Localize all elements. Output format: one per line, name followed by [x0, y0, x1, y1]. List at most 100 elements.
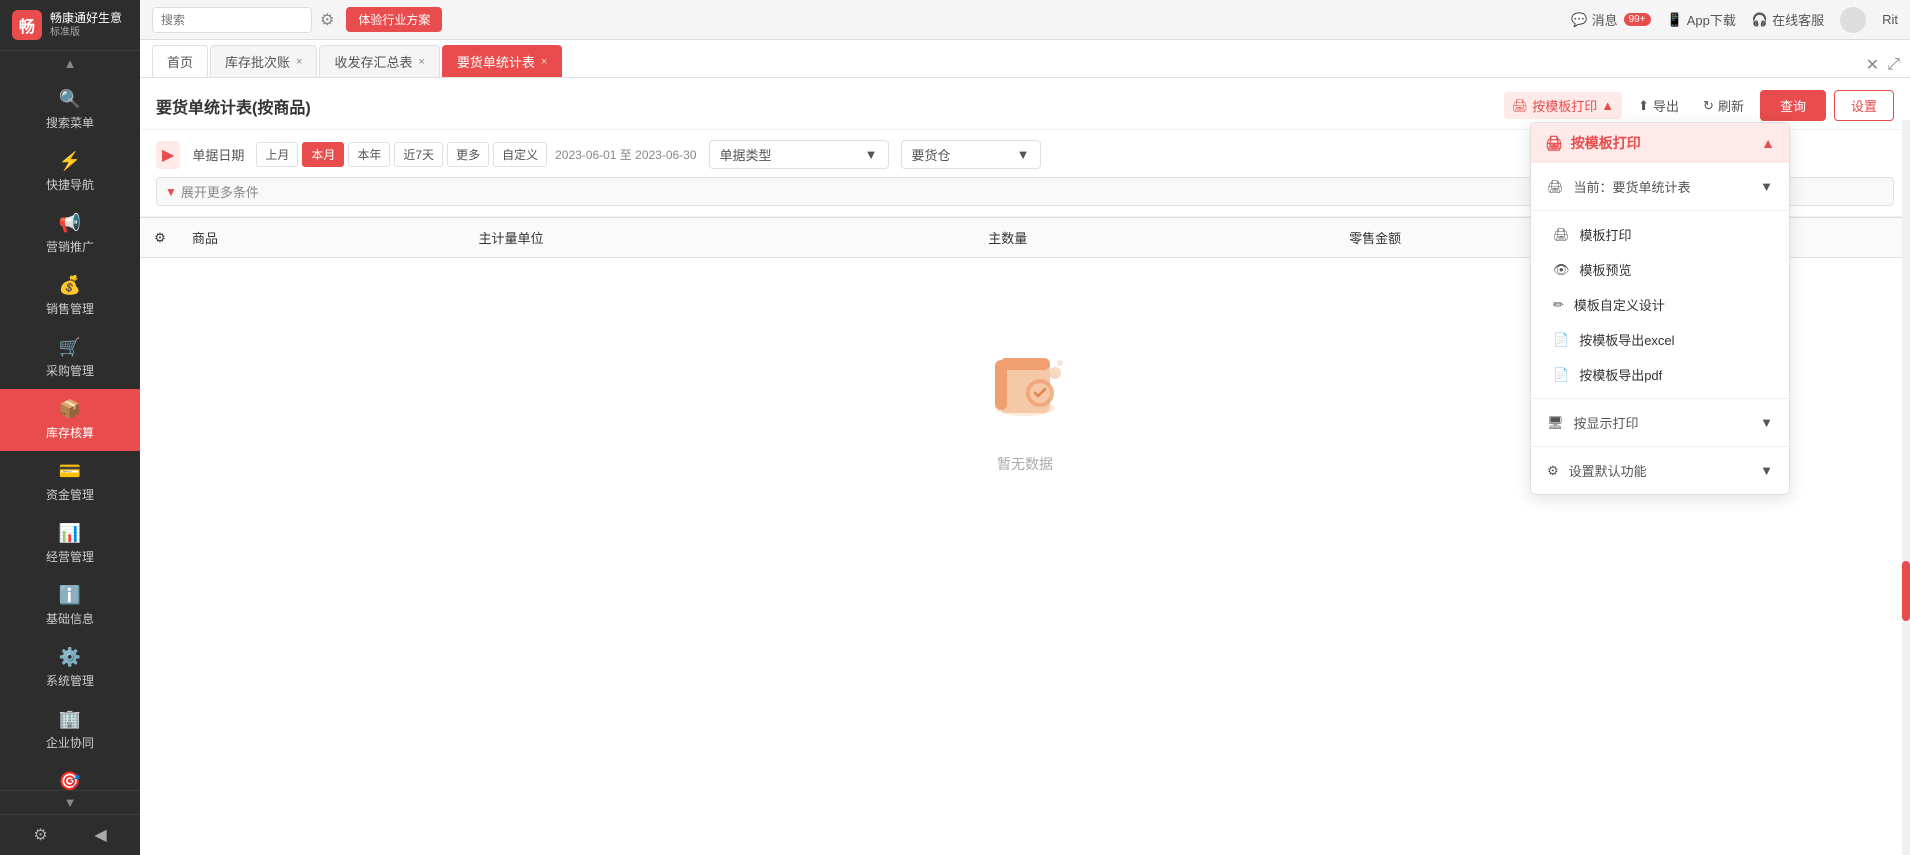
sidebar-item-finance[interactable]: 💳 资金管理 [0, 451, 140, 513]
sidebar-item-quick-nav[interactable]: ⚡ 快捷导航 [0, 141, 140, 203]
tab-close-order-stats[interactable]: × [541, 56, 547, 68]
topbar: ⚙ 体验行业方案 💬 消息 99+ 📱 App下载 🎧 在线客服 Rit [140, 0, 1910, 40]
close-all-tabs-icon[interactable]: ✕ [1864, 53, 1881, 77]
template-design-item[interactable]: ✏ 模板自定义设计 [1531, 287, 1789, 322]
sidebar-item-inventory[interactable]: 📦 库存核算 [0, 389, 140, 451]
scrollbar-thumb[interactable] [1902, 561, 1910, 621]
export-label: 导出 [1653, 96, 1679, 115]
sidebar-icon-basic: ℹ️ [59, 585, 81, 606]
sidebar-label-enterprise: 企业协同 [46, 734, 94, 751]
sidebar-item-system[interactable]: ⚙️ 系统管理 [0, 637, 140, 699]
template-export-excel-item[interactable]: 📄 按模板导出excel [1531, 322, 1789, 357]
sidebar-item-marketing[interactable]: 📢 营销推广 [0, 203, 140, 265]
template-export-pdf-item[interactable]: 📄 按模板导出pdf [1531, 357, 1789, 392]
messages-badge: 99+ [1624, 13, 1651, 26]
app-badge: 标准版 [50, 26, 122, 39]
date-btn-custom[interactable]: 自定义 [493, 142, 547, 167]
sidebar-label-purchase: 采购管理 [46, 362, 94, 379]
print-dropdown: 🖨 按模板打印 ▲ 🖨 当前：要货单统计表 ▼ 🖨 [1530, 122, 1790, 495]
sidebar: 畅 畅康通好生意 标准版 ▲ 🔍 搜索菜单 ⚡ 快捷导航 📢 营销推广 💰 销售… [0, 0, 140, 855]
app-download-item[interactable]: 📱 App下载 [1667, 10, 1736, 29]
dropdown-header[interactable]: 🖨 按模板打印 ▲ [1531, 123, 1789, 163]
refresh-icon: ↻ [1703, 98, 1714, 114]
tab-order-stats[interactable]: 要货单统计表 × [442, 45, 562, 77]
dropdown-current-section: 🖨 当前：要货单统计表 ▼ [1531, 163, 1789, 211]
template-preview-icon: 👁 [1553, 262, 1570, 278]
date-btn-more[interactable]: 更多 [447, 142, 489, 167]
date-btn-7days[interactable]: 近7天 [394, 142, 443, 167]
settings-footer-icon[interactable]: ⚙ [33, 825, 47, 845]
settings-btn[interactable]: 设置 [1834, 90, 1894, 121]
sidebar-label-basic: 基础信息 [46, 610, 94, 627]
sidebar-item-enterprise[interactable]: 🏢 企业协同 [0, 699, 140, 761]
sidebar-scroll-down[interactable]: ▼ [0, 790, 140, 814]
app-name: 畅康通好生意 [50, 11, 122, 27]
sidebar-footer: ⚙ ◀ [0, 814, 140, 855]
warehouse-label: 要货仓 [912, 145, 951, 164]
avatar[interactable] [1840, 7, 1866, 33]
tab-label-order-stats: 要货单统计表 [457, 52, 535, 71]
template-pdf-label: 按模板导出pdf [1579, 365, 1773, 384]
empty-illustration [975, 338, 1075, 438]
sidebar-scroll-up[interactable]: ▲ [0, 51, 140, 75]
sidebar-item-guide[interactable]: 🎯 新手引导 [0, 761, 140, 790]
expand-tabs-icon[interactable]: ⤢ [1885, 54, 1902, 76]
username: Rit [1882, 12, 1898, 27]
messages-item[interactable]: 💬 消息 99+ [1571, 10, 1650, 29]
warehouse-select[interactable]: 要货仓 ▼ [901, 140, 1041, 169]
sidebar-label-system: 系统管理 [46, 672, 94, 689]
date-btn-prev-month[interactable]: 上月 [256, 142, 298, 167]
display-print-item[interactable]: 🖥 按显示打印 ▼ [1531, 405, 1789, 440]
export-btn[interactable]: ⬆ 导出 [1630, 92, 1687, 119]
topbar-gear-icon[interactable]: ⚙ [320, 10, 334, 30]
chevron-right-icon: ▶ [162, 145, 174, 165]
phone-icon: 📱 [1667, 12, 1683, 28]
page-content: 要货单统计表(按商品) 🖨 按模板打印 ▲ ⬆ 导出 ↻ 刷新 查询 设置 [140, 78, 1910, 855]
page-toolbar: 🖨 按模板打印 ▲ ⬆ 导出 ↻ 刷新 查询 设置 [1504, 90, 1894, 121]
app-logo: 畅 畅康通好生意 标准版 [0, 0, 140, 51]
print-icon: 🖨 [1512, 98, 1529, 114]
tab-inventory-batch[interactable]: 库存批次账× [210, 45, 317, 77]
template-print-item[interactable]: 🖨 模板打印 [1531, 217, 1789, 252]
online-service-item[interactable]: 🎧 在线客服 [1752, 10, 1824, 29]
print-template-btn[interactable]: 🖨 按模板打印 ▲ [1504, 92, 1622, 119]
dropdown-default-section: ⚙ 设置默认功能 ▼ [1531, 447, 1789, 494]
sidebar-item-basic[interactable]: ℹ️ 基础信息 [0, 575, 140, 637]
sidebar-icon-enterprise: 🏢 [59, 709, 81, 730]
refresh-btn[interactable]: ↻ 刷新 [1695, 92, 1752, 119]
warehouse-chevron-icon: ▼ [1017, 147, 1030, 162]
filter-toggle-btn[interactable]: ▶ [156, 141, 180, 169]
query-btn[interactable]: 查询 [1760, 90, 1826, 121]
scrollbar-track[interactable] [1902, 120, 1910, 855]
table-col-settings[interactable]: ⚙ [140, 218, 180, 258]
sidebar-item-operations[interactable]: 📊 经营管理 [0, 513, 140, 575]
date-btn-current-year[interactable]: 本年 [348, 142, 390, 167]
headset-icon: 🎧 [1752, 12, 1768, 28]
expand-icon: ▼ [165, 185, 177, 199]
topbar-search-input[interactable] [152, 7, 312, 33]
order-type-select[interactable]: 单据类型 ▼ [709, 140, 889, 169]
tab-close-receipt-summary[interactable]: × [418, 56, 424, 68]
print-chevron-icon: ▲ [1601, 98, 1614, 113]
set-default-item[interactable]: ⚙ 设置默认功能 ▼ [1531, 453, 1789, 488]
sound-footer-icon[interactable]: ◀ [94, 825, 106, 845]
select-chevron-icon: ▼ [865, 147, 878, 162]
tab-close-inventory-batch[interactable]: × [296, 56, 302, 68]
col-settings-icon: ⚙ [154, 230, 166, 245]
template-preview-label: 模板预览 [1580, 260, 1773, 279]
dropdown-title: 按模板打印 [1571, 133, 1641, 153]
template-print-label: 模板打印 [1580, 225, 1773, 244]
sidebar-item-search[interactable]: 🔍 搜索菜单 [0, 79, 140, 141]
sidebar-icon-search: 🔍 [59, 89, 81, 110]
tab-receipt-summary[interactable]: 收发存汇总表× [319, 45, 439, 77]
date-btn-current-month[interactable]: 本月 [302, 142, 344, 167]
sidebar-item-purchase[interactable]: 🛒 采购管理 [0, 327, 140, 389]
industry-btn[interactable]: 体验行业方案 [346, 7, 442, 32]
tab-home[interactable]: 首页 [152, 45, 208, 77]
sidebar-label-search: 搜索菜单 [46, 114, 94, 131]
template-preview-item[interactable]: 👁 模板预览 [1531, 252, 1789, 287]
current-template-label: 当前：要货单统计表 [1574, 177, 1691, 196]
display-print-left: 🖥 按显示打印 [1547, 413, 1639, 432]
sidebar-item-sales[interactable]: 💰 销售管理 [0, 265, 140, 327]
current-template-item[interactable]: 🖨 当前：要货单统计表 ▼ [1531, 169, 1789, 204]
